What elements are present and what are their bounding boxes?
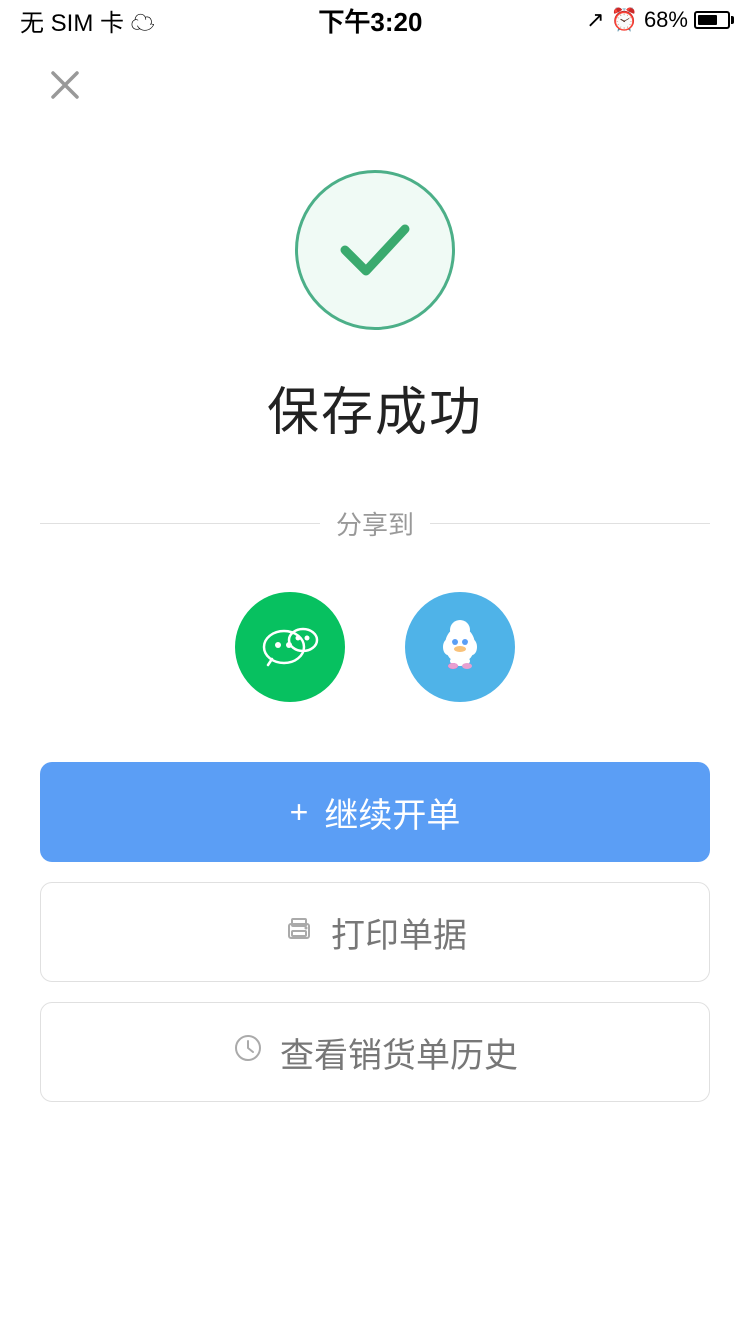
print-button[interactable]: 打印单据 bbox=[40, 882, 710, 982]
continue-button[interactable]: + 继续开单 bbox=[40, 762, 710, 862]
share-icons bbox=[235, 592, 515, 702]
location-icon: ↗ bbox=[586, 7, 604, 33]
continue-label: 继续开单 bbox=[324, 788, 460, 837]
status-left: 无 SIM 卡 ☁ bbox=[20, 3, 155, 38]
clock-icon bbox=[232, 1032, 264, 1072]
qq-icon bbox=[428, 615, 492, 679]
plus-icon: + bbox=[290, 794, 309, 831]
history-label: 查看销货单历史 bbox=[280, 1028, 518, 1077]
checkmark-icon bbox=[330, 205, 420, 295]
status-right: ↗ ⏰ 68% bbox=[586, 7, 730, 33]
success-title: 保存成功 bbox=[267, 370, 483, 445]
history-button[interactable]: 查看销货单历史 bbox=[40, 1002, 710, 1102]
battery-text: 68% bbox=[644, 7, 688, 33]
sim-text: 无 SIM 卡 ☁ bbox=[20, 3, 155, 38]
divider-right bbox=[430, 523, 710, 524]
share-section: 分享到 bbox=[40, 505, 710, 702]
close-icon bbox=[49, 69, 81, 101]
alarm-icon: ⏰ bbox=[611, 7, 638, 33]
battery-icon bbox=[694, 11, 730, 29]
success-icon-circle bbox=[295, 170, 455, 330]
divider-left bbox=[40, 523, 320, 524]
print-icon bbox=[283, 912, 315, 952]
print-label: 打印单据 bbox=[331, 908, 467, 957]
divider-row: 分享到 bbox=[40, 505, 710, 542]
status-time: 下午3:20 bbox=[318, 2, 422, 39]
share-label: 分享到 bbox=[336, 505, 414, 542]
main-content: 保存成功 分享到 bbox=[0, 110, 750, 1334]
status-bar: 无 SIM 卡 ☁ 下午3:20 ↗ ⏰ 68% bbox=[0, 0, 750, 40]
close-button[interactable] bbox=[40, 60, 90, 110]
wechat-share-button[interactable] bbox=[235, 592, 345, 702]
action-buttons: + 继续开单 打印单据 查看销货单历史 bbox=[40, 762, 710, 1142]
wechat-icon bbox=[258, 615, 322, 679]
qq-share-button[interactable] bbox=[405, 592, 515, 702]
